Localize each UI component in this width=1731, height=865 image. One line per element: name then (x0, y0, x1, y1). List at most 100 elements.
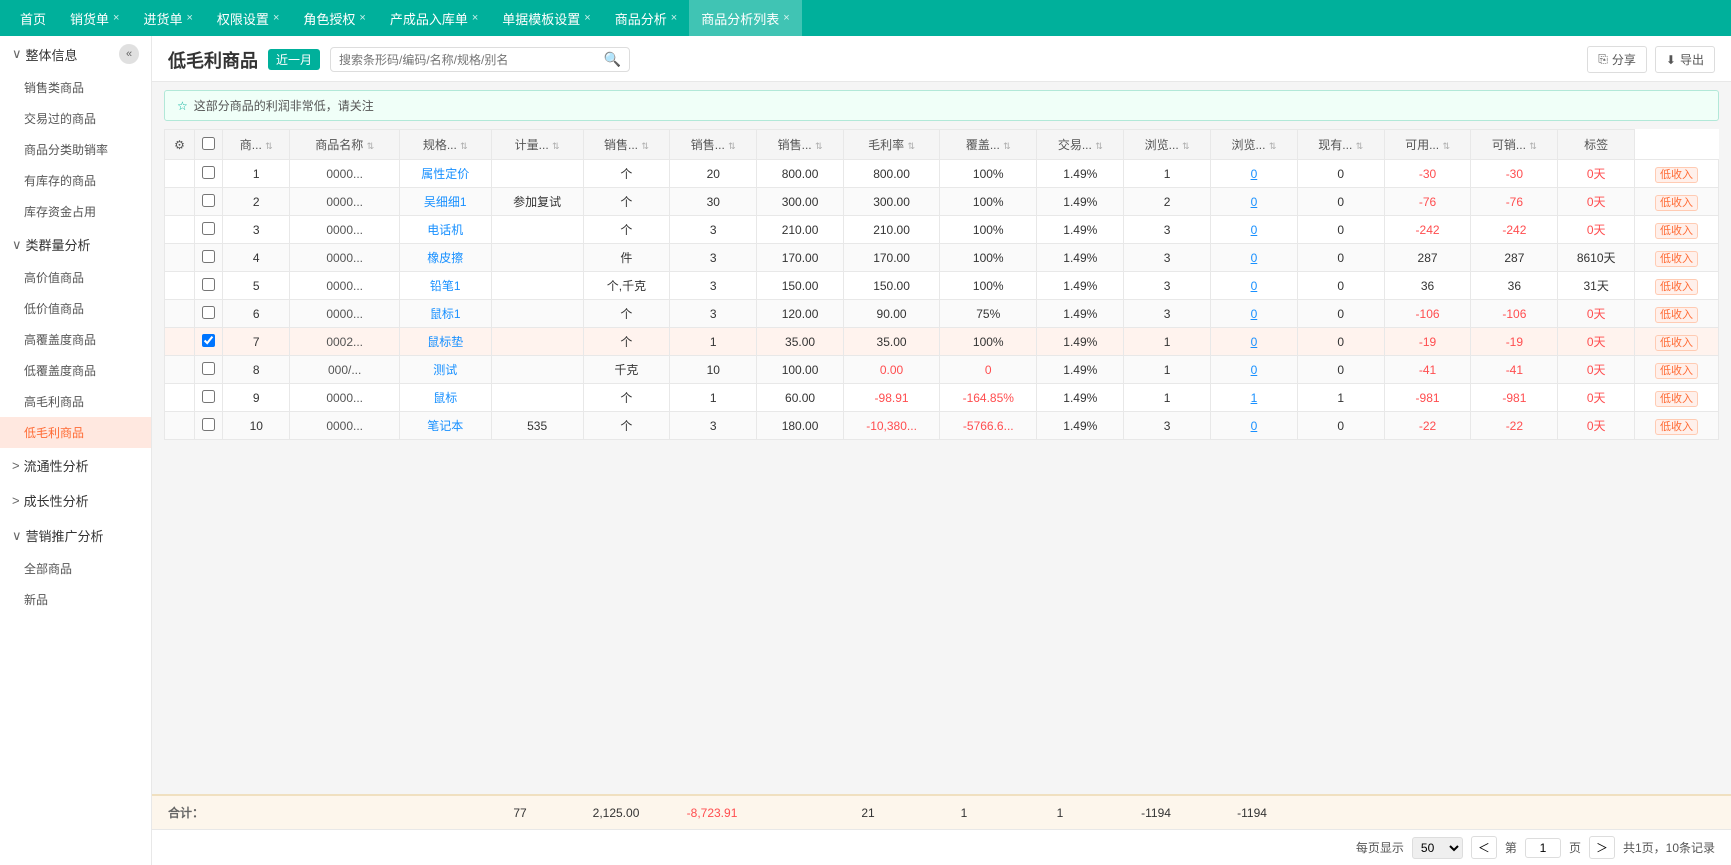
row-name[interactable]: 电话机 (399, 216, 491, 244)
export-button[interactable]: ⬇ 导出 (1655, 46, 1715, 73)
row-gross-margin: 75% (940, 300, 1037, 328)
close-icon[interactable]: × (186, 12, 192, 24)
row-name[interactable]: 笔记本 (399, 412, 491, 440)
sidebar-item-high-coverage[interactable]: 高覆盖度商品 (0, 324, 151, 355)
row-name[interactable]: 橡皮擦 (399, 244, 491, 272)
row-name[interactable]: 属性定价 (399, 160, 491, 188)
sidebar-item-stock-capital[interactable]: 库存资金占用 (0, 196, 151, 227)
sidebar-item-all-goods[interactable]: 全部商品 (0, 553, 151, 584)
nav-purchase-order[interactable]: 进货单 × (131, 0, 204, 36)
footer-available: -1194 (1212, 806, 1292, 820)
close-icon[interactable]: × (113, 12, 119, 24)
row-sales-price: 300.00 (757, 188, 844, 216)
share-button[interactable]: ⎘ 分享 (1587, 46, 1647, 73)
nav-permissions[interactable]: 权限设置 × (205, 0, 291, 36)
row-check[interactable] (195, 160, 223, 188)
row-tag: 低收入 (1635, 356, 1719, 384)
page-number-input[interactable] (1525, 838, 1561, 858)
search-icon[interactable]: 🔍 (604, 51, 621, 68)
time-filter-button[interactable]: 近一月 (268, 49, 320, 70)
row-browse1[interactable]: 1 (1211, 384, 1298, 412)
nav-product-analysis[interactable]: 商品分析 × (603, 0, 689, 36)
sidebar-item-traded-goods[interactable]: 交易过的商品 (0, 103, 151, 134)
row-checkbox[interactable] (202, 334, 215, 347)
table-footer: 合计： 77 2,125.00 -8,723.91 21 1 1 -1194 -… (152, 794, 1731, 829)
close-icon[interactable]: × (783, 12, 789, 24)
row-checkbox[interactable] (202, 222, 215, 235)
row-browse1[interactable]: 0 (1211, 328, 1298, 356)
close-icon[interactable]: × (273, 12, 279, 24)
row-check[interactable] (195, 244, 223, 272)
sidebar-item-sales-goods[interactable]: 销售类商品 (0, 72, 151, 103)
nav-role-auth[interactable]: 角色授权 × (291, 0, 377, 36)
row-name[interactable]: 铅笔1 (399, 272, 491, 300)
prev-page-button[interactable]: ＜ (1471, 836, 1497, 859)
nav-home[interactable]: 首页 (8, 0, 58, 36)
row-checkbox[interactable] (202, 166, 215, 179)
select-all-checkbox[interactable] (202, 137, 215, 150)
row-checkbox[interactable] (202, 194, 215, 207)
next-page-button[interactable]: ＞ (1589, 836, 1615, 859)
table-container[interactable]: ⚙ 商... ⇅ 商品名称 ⇅ 规格... ⇅ 计量... ⇅ 销售... ⇅ … (152, 121, 1731, 794)
sidebar-item-high-value[interactable]: 高价值商品 (0, 262, 151, 293)
sidebar-item-category-rate[interactable]: 商品分类助销率 (0, 134, 151, 165)
sidebar-group-flow[interactable]: > 流通性分析 (0, 448, 151, 483)
row-sales-price: 60.00 (757, 384, 844, 412)
nav-product-analysis-list[interactable]: 商品分析列表 × (689, 0, 801, 36)
col-settings[interactable]: ⚙ (165, 130, 195, 160)
sidebar-item-new-goods[interactable]: 新品 (0, 584, 151, 615)
row-browse1[interactable]: 0 (1211, 188, 1298, 216)
col-check[interactable] (195, 130, 223, 160)
row-name[interactable]: 鼠标垫 (399, 328, 491, 356)
row-checkbox[interactable] (202, 306, 215, 319)
row-checkbox[interactable] (202, 362, 215, 375)
sidebar-group-cluster[interactable]: ∨ 类群量分析 (0, 227, 151, 262)
row-name[interactable]: 测试 (399, 356, 491, 384)
row-spec (491, 216, 583, 244)
close-icon[interactable]: × (584, 12, 590, 24)
row-check[interactable] (195, 216, 223, 244)
nav-product-warehouse[interactable]: 产成品入库单 × (378, 0, 490, 36)
row-checkbox[interactable] (202, 390, 215, 403)
row-browse1[interactable]: 0 (1211, 244, 1298, 272)
sidebar-group-growth[interactable]: > 成长性分析 (0, 483, 151, 518)
row-browse1[interactable]: 0 (1211, 300, 1298, 328)
sidebar-group-overall[interactable]: ∨ 整体信息 « (0, 36, 151, 72)
row-settings (165, 160, 195, 188)
row-name[interactable]: 吴细细1 (399, 188, 491, 216)
row-current-stock: 287 (1384, 244, 1471, 272)
row-browse1[interactable]: 0 (1211, 412, 1298, 440)
sidebar-item-low-coverage[interactable]: 低覆盖度商品 (0, 355, 151, 386)
row-check[interactable] (195, 356, 223, 384)
row-check[interactable] (195, 384, 223, 412)
close-icon[interactable]: × (472, 12, 478, 24)
sidebar-group-marketing[interactable]: ∨ 营销推广分析 (0, 518, 151, 553)
row-browse1[interactable]: 0 (1211, 216, 1298, 244)
row-checkbox[interactable] (202, 250, 215, 263)
sidebar-item-low-margin[interactable]: 低毛利商品 (0, 417, 151, 448)
close-icon[interactable]: × (359, 12, 365, 24)
row-check[interactable] (195, 328, 223, 356)
row-tag: 低收入 (1635, 328, 1719, 356)
row-browse1[interactable]: 0 (1211, 356, 1298, 384)
row-name[interactable]: 鼠标 (399, 384, 491, 412)
row-checkbox[interactable] (202, 418, 215, 431)
search-input[interactable] (339, 53, 604, 67)
sidebar-item-stock-goods[interactable]: 有库存的商品 (0, 165, 151, 196)
row-check[interactable] (195, 412, 223, 440)
nav-sales-order[interactable]: 销货单 × (58, 0, 131, 36)
per-page-select[interactable]: 50 20 100 (1412, 837, 1463, 859)
collapse-icon[interactable]: « (119, 44, 139, 64)
row-coverage: 1.49% (1037, 188, 1124, 216)
row-check[interactable] (195, 300, 223, 328)
nav-template-settings[interactable]: 单据模板设置 × (490, 0, 602, 36)
row-check[interactable] (195, 272, 223, 300)
row-checkbox[interactable] (202, 278, 215, 291)
row-name[interactable]: 鼠标1 (399, 300, 491, 328)
row-browse1[interactable]: 0 (1211, 160, 1298, 188)
close-icon[interactable]: × (671, 12, 677, 24)
sidebar-item-high-margin[interactable]: 高毛利商品 (0, 386, 151, 417)
row-check[interactable] (195, 188, 223, 216)
sidebar-item-low-value[interactable]: 低价值商品 (0, 293, 151, 324)
row-browse1[interactable]: 0 (1211, 272, 1298, 300)
